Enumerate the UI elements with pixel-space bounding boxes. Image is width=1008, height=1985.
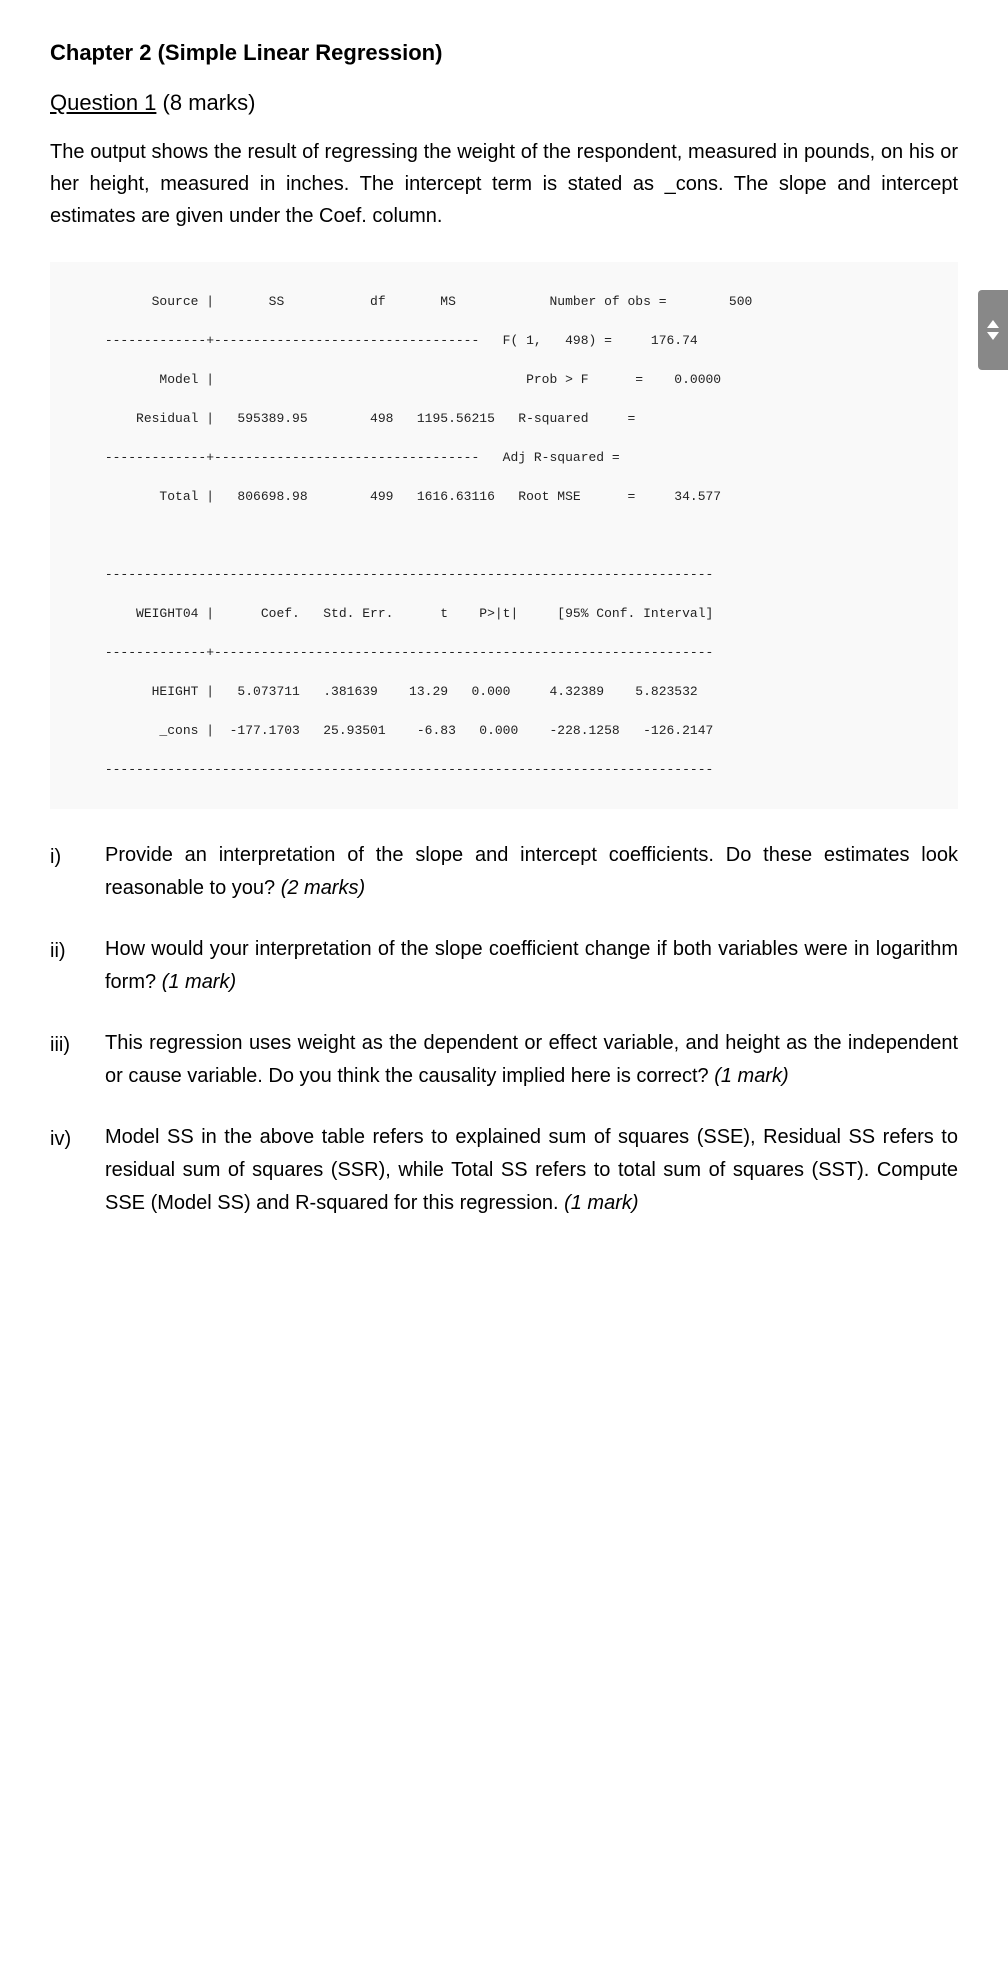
reg-line5: -------------+--------------------------… [105, 450, 620, 465]
reg-line12: _cons | -177.1703 25.93501 -6.83 0.000 -… [105, 723, 714, 738]
question-mark-i: (2 marks) [281, 877, 365, 899]
question-label-iii: iii) [50, 1027, 105, 1062]
question-label-ii: ii) [50, 933, 105, 968]
scroll-indicator[interactable] [978, 290, 1008, 370]
question-mark-iii: (1 mark) [714, 1065, 788, 1087]
chapter-title: Chapter 2 (Simple Linear Regression) [50, 40, 958, 66]
question-item-ii: ii) How would your interpretation of the… [50, 933, 958, 999]
reg-line11: HEIGHT | 5.073711 .381639 13.29 0.000 4.… [105, 684, 698, 699]
question-label: Question 1 [50, 90, 156, 115]
question-item-iv: iv) Model SS in the above table refers t… [50, 1121, 958, 1220]
reg-line4: Residual | 595389.95 498 1195.56215 R-sq… [105, 411, 636, 426]
question-body-iv: Model SS in the above table refers to ex… [105, 1121, 958, 1220]
page-container: Chapter 2 (Simple Linear Regression) Que… [0, 0, 1008, 1985]
regression-table: Source | SS df MS Number of obs = 500 --… [58, 272, 950, 799]
reg-line9: WEIGHT04 | Coef. Std. Err. t P>|t| [95% … [105, 606, 714, 621]
scroll-up-icon[interactable] [987, 320, 999, 328]
question-item-i: i) Provide an interpretation of the slop… [50, 839, 958, 905]
reg-line3: Model | Prob > F = 0.0000 [105, 372, 721, 387]
question-body-i: Provide an interpretation of the slope a… [105, 839, 958, 905]
regression-table-container: Source | SS df MS Number of obs = 500 --… [50, 262, 958, 809]
reg-line2: -------------+--------------------------… [105, 333, 698, 348]
question-text-iii: This regression uses weight as the depen… [105, 1032, 958, 1087]
question-mark-ii: (1 mark) [162, 971, 236, 993]
reg-line8: ----------------------------------------… [105, 567, 714, 582]
intro-text: The output shows the result of regressin… [50, 136, 958, 232]
question-mark-iv: (1 mark) [564, 1192, 638, 1214]
question-label-iv: iv) [50, 1121, 105, 1156]
reg-line13: ----------------------------------------… [105, 762, 714, 777]
question-text-iv: Model SS in the above table refers to ex… [105, 1126, 958, 1214]
question-item-iii: iii) This regression uses weight as the … [50, 1027, 958, 1093]
question-body-iii: This regression uses weight as the depen… [105, 1027, 958, 1093]
question-label-i: i) [50, 839, 105, 874]
question-text-i: Provide an interpretation of the slope a… [105, 844, 958, 899]
question-marks: (8 marks) [163, 90, 256, 115]
questions-list: i) Provide an interpretation of the slop… [50, 839, 958, 1220]
reg-line10: -------------+--------------------------… [105, 645, 714, 660]
reg-line1: Source | SS df MS Number of obs = 500 [105, 294, 753, 309]
scroll-down-icon[interactable] [987, 332, 999, 340]
question-body-ii: How would your interpretation of the slo… [105, 933, 958, 999]
reg-line6: Total | 806698.98 499 1616.63116 Root MS… [105, 489, 721, 504]
question-title: Question 1 (8 marks) [50, 90, 958, 116]
